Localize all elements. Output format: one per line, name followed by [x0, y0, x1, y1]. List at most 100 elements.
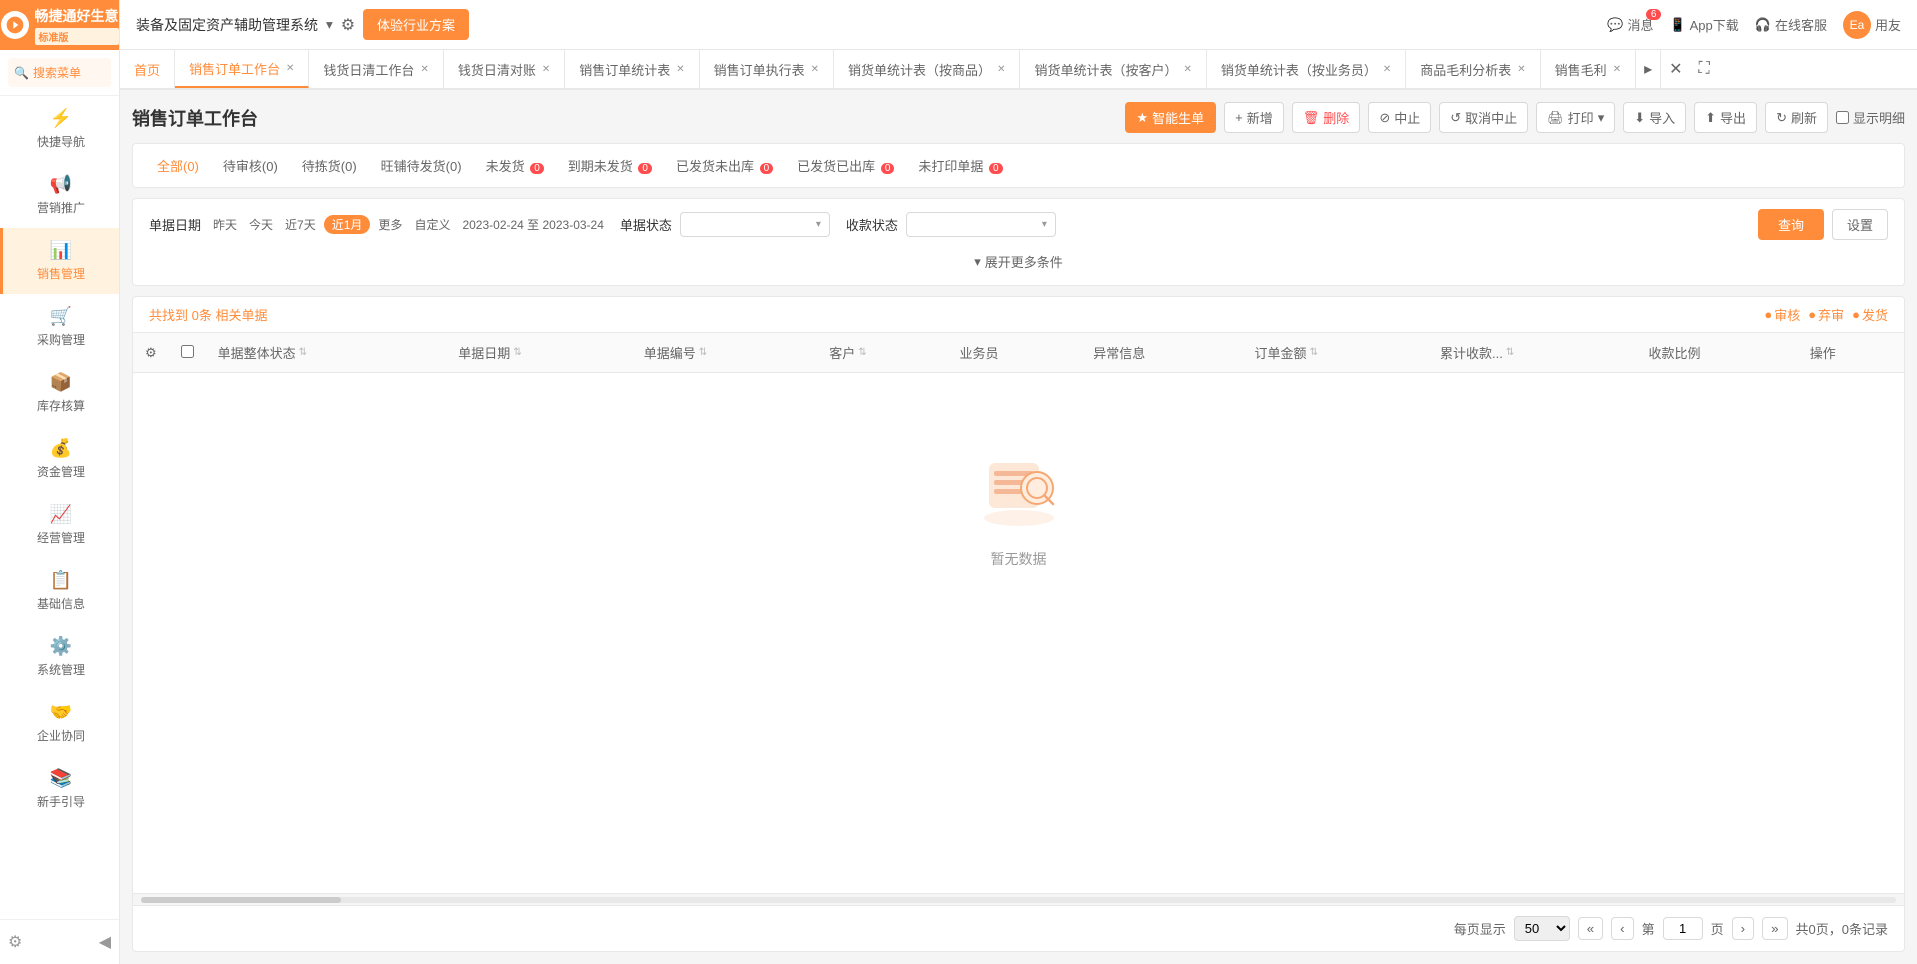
subtab-overdue-ship[interactable]: 到期未发货 0 [556, 152, 664, 179]
subtab-shipped-out[interactable]: 已发货已出库 0 [785, 152, 906, 179]
sales-execute-tab-label: 销售订单执行表 [714, 60, 805, 79]
sales-workbench-tab-close[interactable]: ✕ [286, 63, 294, 74]
filter-setting-button[interactable]: 设置 [1832, 209, 1888, 240]
sidebar-item-operations[interactable]: 📈 经营管理 [0, 492, 119, 558]
show-detail-checkbox-label[interactable]: 显示明细 [1836, 108, 1905, 127]
sidebar-item-inventory[interactable]: 📦 库存核算 [0, 360, 119, 426]
print-button[interactable]: 🖨 打印 ▾ [1536, 102, 1615, 133]
cash-reconcile-tab-close[interactable]: ✕ [542, 64, 550, 75]
tab-sales-summary-product[interactable]: 销货单统计表（按商品） ✕ [834, 50, 1020, 88]
date-today-button[interactable]: 今天 [245, 214, 277, 235]
tab-cash-daily[interactable]: 钱货日清工作台 ✕ [309, 50, 443, 88]
subtab-wangpu-ship[interactable]: 旺铺待发货(0) [369, 152, 474, 179]
online-service-button[interactable]: 🎧 在线客服 [1755, 15, 1827, 34]
sales-summary-staff-tab-close[interactable]: ✕ [1383, 64, 1391, 75]
tab-sales-gross[interactable]: 销售毛利 ✕ [1541, 50, 1636, 88]
sidebar-item-newbie[interactable]: 📚 新手引导 [0, 756, 119, 822]
stop-button[interactable]: ⊘ 中止 [1368, 102, 1431, 133]
search-menu-button[interactable]: 🔍 搜索菜单 [8, 58, 111, 87]
settings-icon[interactable]: ⚙ [145, 345, 157, 360]
tab-close-all-button[interactable]: ✕ [1661, 50, 1690, 88]
number-sort-icon[interactable]: ⇅ [699, 347, 707, 358]
sidebar-settings-button[interactable]: ⚙ [8, 932, 22, 952]
ship-button[interactable]: ● 发货 [1852, 305, 1888, 324]
subtab-pending-review[interactable]: 待审核(0) [211, 152, 290, 179]
topbar-settings-button[interactable]: ⚙ [341, 15, 355, 35]
sidebar-item-system[interactable]: ⚙️ 系统管理 [0, 624, 119, 690]
app-download-button[interactable]: 📱 App下载 [1669, 15, 1738, 34]
tab-sales-execute[interactable]: 销售订单执行表 ✕ [700, 50, 834, 88]
status-select[interactable]: ▾ [680, 212, 830, 237]
expand-more-button[interactable]: ▾ 展开更多条件 [966, 248, 1071, 275]
scrollbar-thumb[interactable] [141, 897, 341, 903]
add-button[interactable]: + 新增 [1224, 102, 1284, 133]
sidebar-item-finance[interactable]: 💰 资金管理 [0, 426, 119, 492]
amount-sort-icon[interactable]: ⇅ [1310, 347, 1318, 358]
date-sort-icon[interactable]: ⇅ [513, 347, 521, 358]
prev-page-button[interactable]: ‹ [1611, 917, 1633, 940]
status-sort-icon[interactable]: ⇅ [299, 347, 307, 358]
col-operation: 操作 [1798, 333, 1904, 373]
sidebar-item-quick-nav[interactable]: ⚡ 快捷导航 [0, 96, 119, 162]
date-7days-button[interactable]: 近7天 [281, 214, 320, 235]
export-button[interactable]: ⬆ 导出 [1694, 102, 1757, 133]
subtab-pending-inspect[interactable]: 待拣货(0) [290, 152, 369, 179]
tab-maximize-button[interactable]: ⛶ [1691, 50, 1718, 88]
next-page-button[interactable]: › [1732, 917, 1754, 940]
tab-sales-workbench[interactable]: 销售订单工作台 ✕ [175, 50, 309, 88]
sales-summary-product-tab-close[interactable]: ✕ [997, 64, 1005, 75]
customer-header: 客户 ⇅ [829, 343, 935, 362]
solution-button[interactable]: 体验行业方案 [363, 9, 469, 40]
user-menu-button[interactable]: Ea 用友 [1843, 11, 1901, 39]
tab-cash-reconcile[interactable]: 钱货日清对账 ✕ [444, 50, 565, 88]
date-yesterday-button[interactable]: 昨天 [209, 214, 241, 235]
sidebar-collapse-button[interactable]: ◀ [99, 932, 111, 952]
page-number-input[interactable] [1663, 917, 1703, 940]
received-sort-icon[interactable]: ⇅ [1506, 347, 1514, 358]
sales-execute-tab-close[interactable]: ✕ [811, 64, 819, 75]
subtab-not-shipped[interactable]: 未发货 0 [474, 152, 556, 179]
payment-select[interactable]: ▾ [906, 212, 1056, 237]
subtab-shipped-not-out[interactable]: 已发货未出库 0 [664, 152, 785, 179]
refresh-button[interactable]: ↻ 刷新 [1765, 102, 1828, 133]
tab-home[interactable]: 首页 [120, 50, 175, 88]
sidebar-item-marketing[interactable]: 📢 营销推广 [0, 162, 119, 228]
cancel-stop-button[interactable]: ↺ 取消中止 [1439, 102, 1528, 133]
import-button[interactable]: ⬇ 导入 [1623, 102, 1686, 133]
sidebar-item-enterprise[interactable]: 🤝 企业协同 [0, 690, 119, 756]
date-1month-button[interactable]: 近1月 [324, 215, 371, 234]
table-count: 共找到 0条 相关单据 [149, 305, 268, 324]
sidebar-item-purchase[interactable]: 🛒 采购管理 [0, 294, 119, 360]
tab-sales-summary-staff[interactable]: 销货单统计表（按业务员） ✕ [1207, 50, 1406, 88]
message-button[interactable]: 💬 消息 6 [1607, 15, 1653, 34]
smart-generate-button[interactable]: ★ 智能生单 [1125, 102, 1217, 133]
unapprove-button[interactable]: ● 弃审 [1808, 305, 1844, 324]
sidebar-item-base-info[interactable]: 📋 基础信息 [0, 558, 119, 624]
date-custom-button[interactable]: 自定义 [410, 214, 454, 235]
gross-profit-tab-close[interactable]: ✕ [1517, 64, 1525, 75]
tab-gross-profit[interactable]: 商品毛利分析表 ✕ [1406, 50, 1540, 88]
show-detail-checkbox[interactable] [1836, 111, 1849, 124]
query-button[interactable]: 查询 [1758, 209, 1824, 240]
first-page-button[interactable]: « [1578, 917, 1603, 940]
sales-stats-tab-close[interactable]: ✕ [676, 64, 684, 75]
cash-daily-tab-close[interactable]: ✕ [420, 64, 428, 75]
select-all-checkbox[interactable] [181, 345, 194, 358]
page-size-select[interactable]: 50 10 20 100 [1514, 916, 1570, 941]
system-dropdown-button[interactable]: ▾ [326, 17, 333, 33]
tab-nav-more-button[interactable]: ▸ [1636, 50, 1661, 88]
delete-button[interactable]: 🗑 删除 [1292, 102, 1361, 133]
date-more-button[interactable]: 更多 [374, 214, 406, 235]
sales-summary-customer-tab-close[interactable]: ✕ [1183, 64, 1191, 75]
horizontal-scrollbar[interactable] [133, 893, 1904, 905]
subtab-not-printed[interactable]: 未打印单据 0 [906, 152, 1014, 179]
tab-sales-summary-customer[interactable]: 销货单统计表（按客户） ✕ [1020, 50, 1206, 88]
sales-gross-tab-close[interactable]: ✕ [1613, 64, 1621, 75]
sidebar-item-sales[interactable]: 📊 销售管理 [0, 228, 119, 294]
approve-button[interactable]: ● 审核 [1764, 305, 1800, 324]
customer-sort-icon[interactable]: ⇅ [858, 347, 866, 358]
import-label: 导入 [1649, 108, 1675, 127]
tab-sales-stats[interactable]: 销售订单统计表 ✕ [565, 50, 699, 88]
subtab-all[interactable]: 全部(0) [145, 152, 211, 179]
last-page-button[interactable]: » [1762, 917, 1787, 940]
